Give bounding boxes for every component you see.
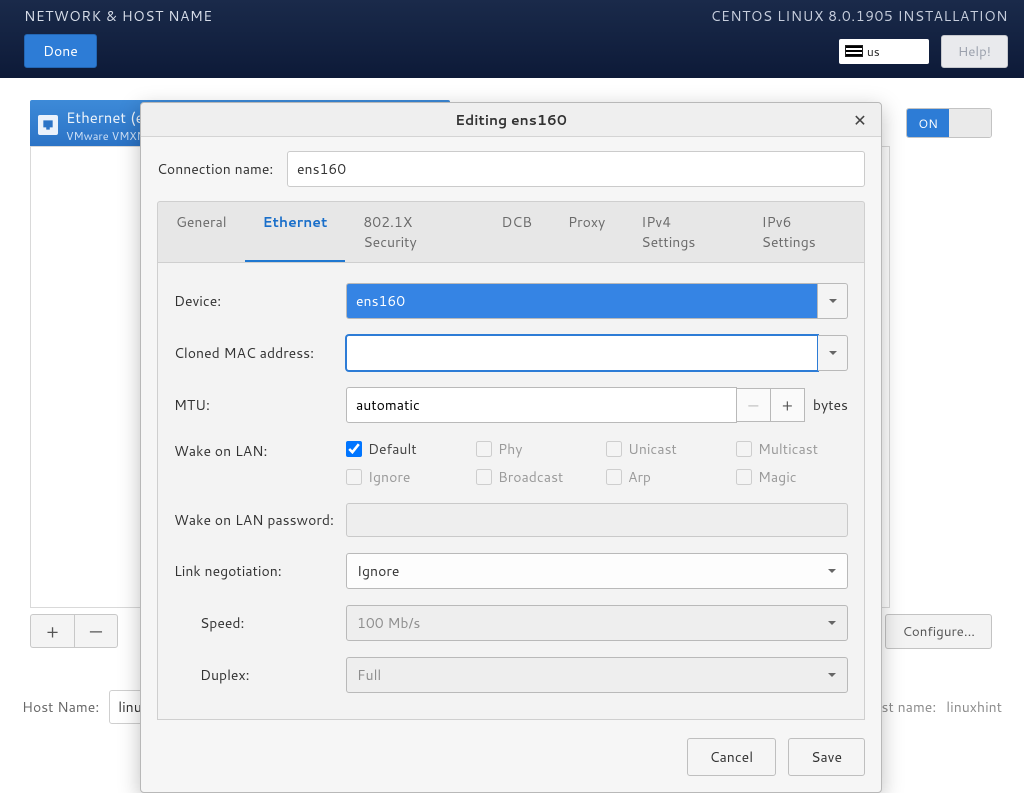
ethernet-icon bbox=[38, 115, 58, 135]
configure-button[interactable]: Configure... bbox=[885, 614, 992, 649]
wol-phy[interactable]: Phy bbox=[476, 439, 588, 459]
chevron-down-icon bbox=[827, 618, 837, 628]
tab-ipv6[interactable]: IPv6 Settings bbox=[744, 202, 864, 262]
add-interface-button[interactable]: + bbox=[30, 614, 74, 648]
close-icon: ✕ bbox=[853, 109, 866, 132]
duplex-label: Duplex: bbox=[174, 665, 346, 685]
tab-8021x[interactable]: 802.1X Security bbox=[345, 202, 483, 262]
wol-default[interactable]: Default bbox=[346, 439, 458, 459]
keyboard-indicator[interactable]: us bbox=[839, 39, 929, 64]
distro-title: CENTOS LINUX 8.0.1905 INSTALLATION bbox=[711, 6, 1008, 26]
device-combo-dropdown[interactable] bbox=[818, 283, 848, 319]
save-button[interactable]: Save bbox=[788, 738, 865, 776]
toggle-knob bbox=[949, 109, 991, 137]
tab-proxy[interactable]: Proxy bbox=[550, 202, 623, 262]
interface-on-toggle[interactable]: ON bbox=[906, 108, 992, 138]
installer-header: NETWORK & HOST NAME CENTOS LINUX 8.0.190… bbox=[0, 0, 1024, 78]
cloned-mac-dropdown[interactable] bbox=[818, 335, 848, 371]
hostname-label: Host Name: bbox=[22, 697, 99, 717]
tab-panel-ethernet: Device: Cloned MAC address: bbox=[157, 263, 865, 720]
wol-label: Wake on LAN: bbox=[174, 439, 346, 461]
dialog-tabs: General Ethernet 802.1X Security DCB Pro… bbox=[157, 201, 865, 263]
link-negotiation-select[interactable]: Ignore bbox=[346, 553, 848, 589]
toggle-on-label: ON bbox=[907, 109, 949, 137]
device-combo-input[interactable] bbox=[346, 283, 818, 319]
wol-unicast[interactable]: Unicast bbox=[606, 439, 718, 459]
mtu-unit: bytes bbox=[813, 395, 848, 415]
done-button[interactable]: Done bbox=[24, 34, 97, 68]
current-hostname-value: linuxhint bbox=[946, 697, 1002, 717]
cloned-mac-input[interactable] bbox=[346, 335, 818, 371]
wol-broadcast[interactable]: Broadcast bbox=[476, 467, 588, 487]
wol-arp[interactable]: Arp bbox=[606, 467, 718, 487]
wol-password-input bbox=[346, 503, 848, 537]
tab-dcb[interactable]: DCB bbox=[483, 202, 550, 262]
add-remove-interface: + — bbox=[30, 614, 118, 648]
page-title: NETWORK & HOST NAME bbox=[24, 6, 213, 26]
mtu-label: MTU: bbox=[174, 395, 346, 415]
mtu-input[interactable] bbox=[346, 387, 737, 423]
speed-label: Speed: bbox=[174, 613, 346, 633]
keyboard-layout-label: us bbox=[867, 43, 880, 60]
remove-interface-button[interactable]: — bbox=[74, 614, 118, 648]
chevron-down-icon bbox=[828, 296, 838, 306]
mtu-decrement-button: − bbox=[737, 388, 771, 422]
tab-ipv4[interactable]: IPv4 Settings bbox=[623, 202, 743, 262]
dialog-close-button[interactable]: ✕ bbox=[849, 109, 871, 131]
tab-general[interactable]: General bbox=[158, 202, 245, 262]
chevron-down-icon bbox=[827, 566, 837, 576]
connection-name-input[interactable] bbox=[287, 151, 865, 187]
tab-ethernet[interactable]: Ethernet bbox=[245, 202, 346, 262]
help-button[interactable]: Help! bbox=[941, 35, 1008, 68]
chevron-down-icon bbox=[827, 670, 837, 680]
link-negotiation-label: Link negotiation: bbox=[174, 561, 346, 581]
keyboard-flag-icon bbox=[845, 45, 863, 57]
dialog-title: Editing ens160 bbox=[455, 110, 567, 130]
wol-magic[interactable]: Magic bbox=[736, 467, 848, 487]
cloned-mac-label: Cloned MAC address: bbox=[174, 343, 346, 363]
duplex-select: Full bbox=[346, 657, 848, 693]
wol-password-label: Wake on LAN password: bbox=[174, 510, 346, 530]
wol-ignore[interactable]: Ignore bbox=[346, 467, 458, 487]
mtu-increment-button[interactable]: + bbox=[771, 388, 805, 422]
wol-multicast[interactable]: Multicast bbox=[736, 439, 848, 459]
dialog-titlebar: Editing ens160 ✕ bbox=[141, 103, 881, 137]
chevron-down-icon bbox=[828, 348, 838, 358]
edit-connection-dialog: Editing ens160 ✕ Connection name: Genera… bbox=[140, 102, 882, 793]
speed-select: 100 Mb/s bbox=[346, 605, 848, 641]
cancel-button[interactable]: Cancel bbox=[687, 738, 777, 776]
connection-name-label: Connection name: bbox=[157, 159, 287, 179]
device-label: Device: bbox=[174, 291, 346, 311]
